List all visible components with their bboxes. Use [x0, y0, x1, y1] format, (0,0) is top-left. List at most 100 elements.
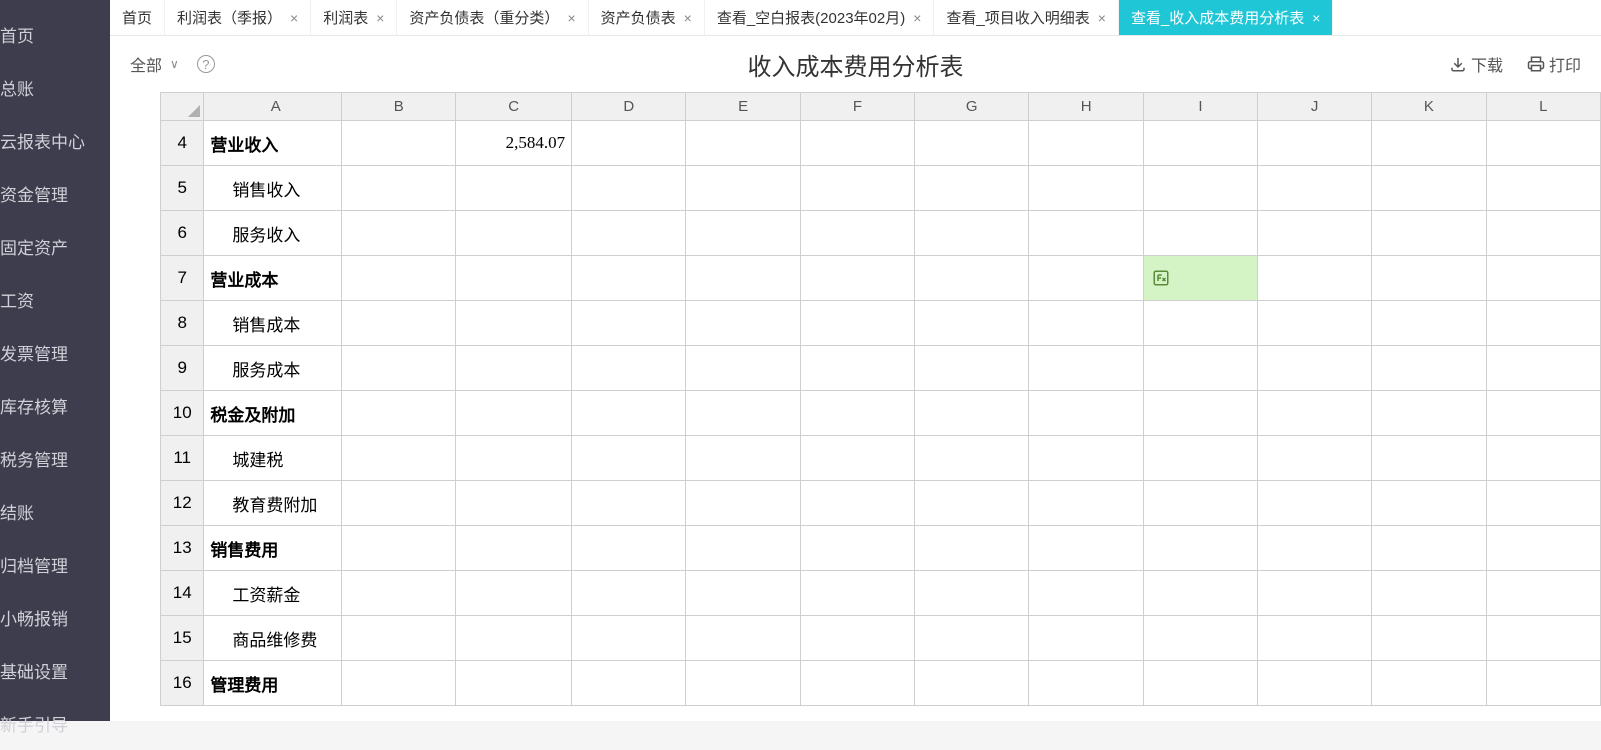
cell[interactable]: [1029, 391, 1143, 436]
tab-blank-report[interactable]: 查看_空白报表(2023年02月)×: [705, 0, 935, 35]
cell[interactable]: 城建税: [204, 436, 342, 481]
cell[interactable]: [800, 301, 914, 346]
col-header[interactable]: F: [800, 93, 914, 121]
cell[interactable]: [456, 391, 572, 436]
cell[interactable]: [686, 571, 800, 616]
cell[interactable]: [1486, 436, 1600, 481]
sidebar-item-settings[interactable]: 基础设置: [0, 644, 110, 697]
cell[interactable]: [1143, 616, 1257, 661]
cell[interactable]: [915, 121, 1029, 166]
col-header[interactable]: B: [342, 93, 456, 121]
cell[interactable]: [342, 481, 456, 526]
cell[interactable]: [572, 301, 686, 346]
cell[interactable]: [1372, 616, 1486, 661]
cell[interactable]: [1143, 481, 1257, 526]
filter-dropdown[interactable]: 全部 ∨ ?: [130, 52, 215, 76]
cell[interactable]: [1258, 481, 1372, 526]
cell[interactable]: [1372, 391, 1486, 436]
cell[interactable]: [1258, 346, 1372, 391]
cell[interactable]: [1029, 526, 1143, 571]
cell[interactable]: [1029, 121, 1143, 166]
cell[interactable]: 教育费附加: [204, 481, 342, 526]
cell[interactable]: [1486, 661, 1600, 706]
cell[interactable]: [456, 301, 572, 346]
cell[interactable]: 营业成本: [204, 256, 342, 301]
cell[interactable]: [1486, 256, 1600, 301]
cell[interactable]: [1372, 211, 1486, 256]
cell[interactable]: [915, 256, 1029, 301]
cell[interactable]: [915, 346, 1029, 391]
cell[interactable]: [572, 436, 686, 481]
sidebar-item-expense[interactable]: 小畅报销: [0, 591, 110, 644]
cell[interactable]: [1258, 256, 1372, 301]
cell[interactable]: [1258, 211, 1372, 256]
cell[interactable]: [686, 661, 800, 706]
cell[interactable]: [915, 436, 1029, 481]
cell[interactable]: [342, 121, 456, 166]
sidebar-item-invoice[interactable]: 发票管理: [0, 326, 110, 379]
cell[interactable]: [456, 481, 572, 526]
cell[interactable]: [456, 256, 572, 301]
sidebar-item-guide[interactable]: 新手引导: [0, 697, 110, 750]
sidebar-item-inventory[interactable]: 库存核算: [0, 379, 110, 432]
cell[interactable]: [686, 391, 800, 436]
sidebar-item-funds[interactable]: 资金管理: [0, 167, 110, 220]
cell[interactable]: [686, 166, 800, 211]
cell[interactable]: [1486, 346, 1600, 391]
cell[interactable]: [342, 166, 456, 211]
close-icon[interactable]: ×: [1098, 10, 1106, 26]
cell[interactable]: [572, 391, 686, 436]
cell[interactable]: [1143, 436, 1257, 481]
sidebar-item-tax[interactable]: 税务管理: [0, 432, 110, 485]
cell[interactable]: [1258, 301, 1372, 346]
cell[interactable]: [1372, 661, 1486, 706]
col-header[interactable]: L: [1486, 93, 1600, 121]
cell[interactable]: [1029, 661, 1143, 706]
cell[interactable]: [1029, 301, 1143, 346]
cell[interactable]: [342, 571, 456, 616]
cell[interactable]: [800, 346, 914, 391]
cell[interactable]: [915, 211, 1029, 256]
cell[interactable]: [1372, 256, 1486, 301]
cell[interactable]: [1258, 436, 1372, 481]
cell[interactable]: [1486, 481, 1600, 526]
cell[interactable]: [800, 211, 914, 256]
tab-balance-reclass[interactable]: 资产负债表（重分类）×: [397, 0, 588, 35]
cell[interactable]: [1029, 166, 1143, 211]
cell[interactable]: [1143, 346, 1257, 391]
cell[interactable]: [800, 166, 914, 211]
row-header[interactable]: 6: [161, 211, 204, 256]
cell[interactable]: [456, 526, 572, 571]
cell[interactable]: [1143, 121, 1257, 166]
cell[interactable]: [1372, 346, 1486, 391]
cell[interactable]: [1486, 571, 1600, 616]
cell[interactable]: [1372, 301, 1486, 346]
cell[interactable]: [686, 211, 800, 256]
row-header[interactable]: 11: [161, 436, 204, 481]
col-header[interactable]: A: [204, 93, 342, 121]
cell[interactable]: [686, 301, 800, 346]
col-header[interactable]: K: [1372, 93, 1486, 121]
cell[interactable]: [1258, 391, 1372, 436]
cell[interactable]: [1486, 166, 1600, 211]
col-header[interactable]: D: [572, 93, 686, 121]
cell[interactable]: [800, 661, 914, 706]
col-header[interactable]: G: [915, 93, 1029, 121]
download-button[interactable]: 下载: [1449, 52, 1503, 76]
sidebar-item-ledger[interactable]: 总账: [0, 61, 110, 114]
cell[interactable]: [342, 346, 456, 391]
cell[interactable]: [1258, 166, 1372, 211]
cell[interactable]: [800, 391, 914, 436]
cell[interactable]: [800, 121, 914, 166]
cell[interactable]: [342, 526, 456, 571]
cell[interactable]: [915, 301, 1029, 346]
sidebar-item-fixed-assets[interactable]: 固定资产: [0, 220, 110, 273]
cell[interactable]: 销售费用: [204, 526, 342, 571]
cell[interactable]: [1143, 391, 1257, 436]
cell[interactable]: [342, 661, 456, 706]
cell[interactable]: [456, 436, 572, 481]
cell[interactable]: [342, 211, 456, 256]
col-header[interactable]: H: [1029, 93, 1143, 121]
cell[interactable]: [572, 211, 686, 256]
cell[interactable]: [686, 256, 800, 301]
